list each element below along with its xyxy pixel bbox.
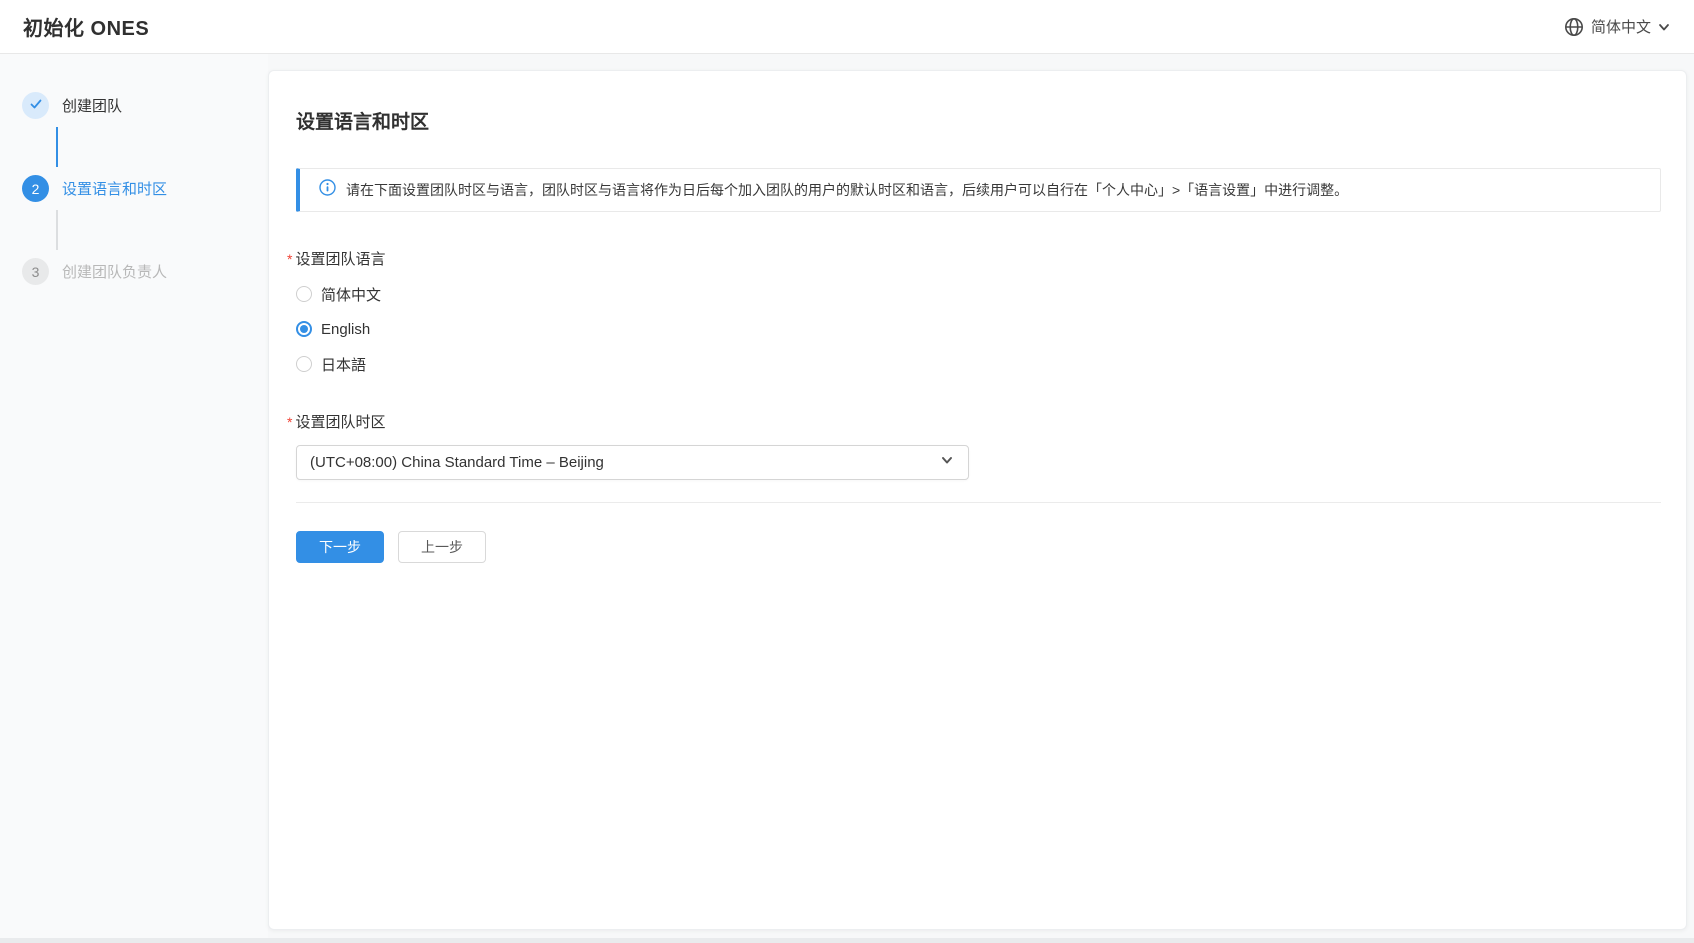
step-connector xyxy=(56,127,58,167)
step-label: 创建团队负责人 xyxy=(62,264,168,281)
info-icon xyxy=(319,179,336,201)
radio-label: 日本語 xyxy=(321,356,367,374)
language-radio-group: 简体中文 English 日本語 xyxy=(296,283,1661,375)
field-label-text: 设置团队语言 xyxy=(295,251,386,268)
language-switcher-label: 简体中文 xyxy=(1590,19,1651,36)
timezone-field-label: * 设置团队时区 xyxy=(287,411,1661,432)
settings-card: 设置语言和时区 请在下面设置团队时区与语言，团队时区与语言将作为日后每个加入团队… xyxy=(268,70,1687,930)
language-field-label: * 设置团队语言 xyxy=(287,248,1661,269)
required-asterisk: * xyxy=(287,251,293,267)
radio-checked-icon[interactable] xyxy=(296,321,312,337)
chevron-down-icon xyxy=(940,453,954,472)
main-area: 设置语言和时区 请在下面设置团队时区与语言，团队时区与语言将作为日后每个加入团队… xyxy=(268,54,1694,938)
wizard-actions: 下一步 上一步 xyxy=(296,531,1661,563)
radio-label: English xyxy=(321,320,371,338)
next-step-button[interactable]: 下一步 xyxy=(296,531,384,563)
timezone-select-value: (UTC+08:00) China Standard Time – Beijin… xyxy=(310,454,604,471)
setup-stepper: 创建团队 2 设置语言和时区 3 创建团队负责人 xyxy=(0,54,268,938)
chevron-down-icon xyxy=(1658,21,1670,33)
check-icon xyxy=(29,97,43,114)
required-asterisk: * xyxy=(287,414,293,430)
step-item-create-team: 创建团队 xyxy=(22,92,268,119)
timezone-select[interactable]: (UTC+08:00) China Standard Time – Beijin… xyxy=(296,445,969,480)
viewport-bottom-edge xyxy=(0,938,1694,943)
globe-icon xyxy=(1564,17,1584,37)
step-label: 设置语言和时区 xyxy=(62,181,168,198)
step-circle-todo: 3 xyxy=(22,258,49,285)
radio-option-simplified-chinese[interactable]: 简体中文 xyxy=(296,283,1661,305)
radio-label: 简体中文 xyxy=(321,286,382,304)
radio-option-english[interactable]: English xyxy=(296,318,1661,340)
step-circle-done xyxy=(22,92,49,119)
step-item-language-timezone: 2 设置语言和时区 xyxy=(22,175,268,202)
language-switcher[interactable]: 简体中文 xyxy=(1564,16,1670,37)
radio-icon[interactable] xyxy=(296,356,312,372)
radio-icon[interactable] xyxy=(296,286,312,302)
app-header: 初始化 ONES 简体中文 xyxy=(0,0,1694,54)
info-alert: 请在下面设置团队时区与语言，团队时区与语言将作为日后每个加入团队的用户的默认时区… xyxy=(296,168,1661,212)
step-label: 创建团队 xyxy=(62,98,123,115)
alert-text: 请在下面设置团队时区与语言，团队时区与语言将作为日后每个加入团队的用户的默认时区… xyxy=(346,182,1349,198)
page-title: 初始化 ONES xyxy=(23,18,150,40)
card-title: 设置语言和时区 xyxy=(296,112,430,133)
step-connector xyxy=(56,210,58,250)
step-item-create-owner: 3 创建团队负责人 xyxy=(22,258,268,285)
step-circle-active: 2 xyxy=(22,175,49,202)
section-divider xyxy=(296,502,1661,503)
radio-option-japanese[interactable]: 日本語 xyxy=(296,353,1661,375)
previous-step-button[interactable]: 上一步 xyxy=(398,531,486,563)
field-label-text: 设置团队时区 xyxy=(295,414,386,431)
